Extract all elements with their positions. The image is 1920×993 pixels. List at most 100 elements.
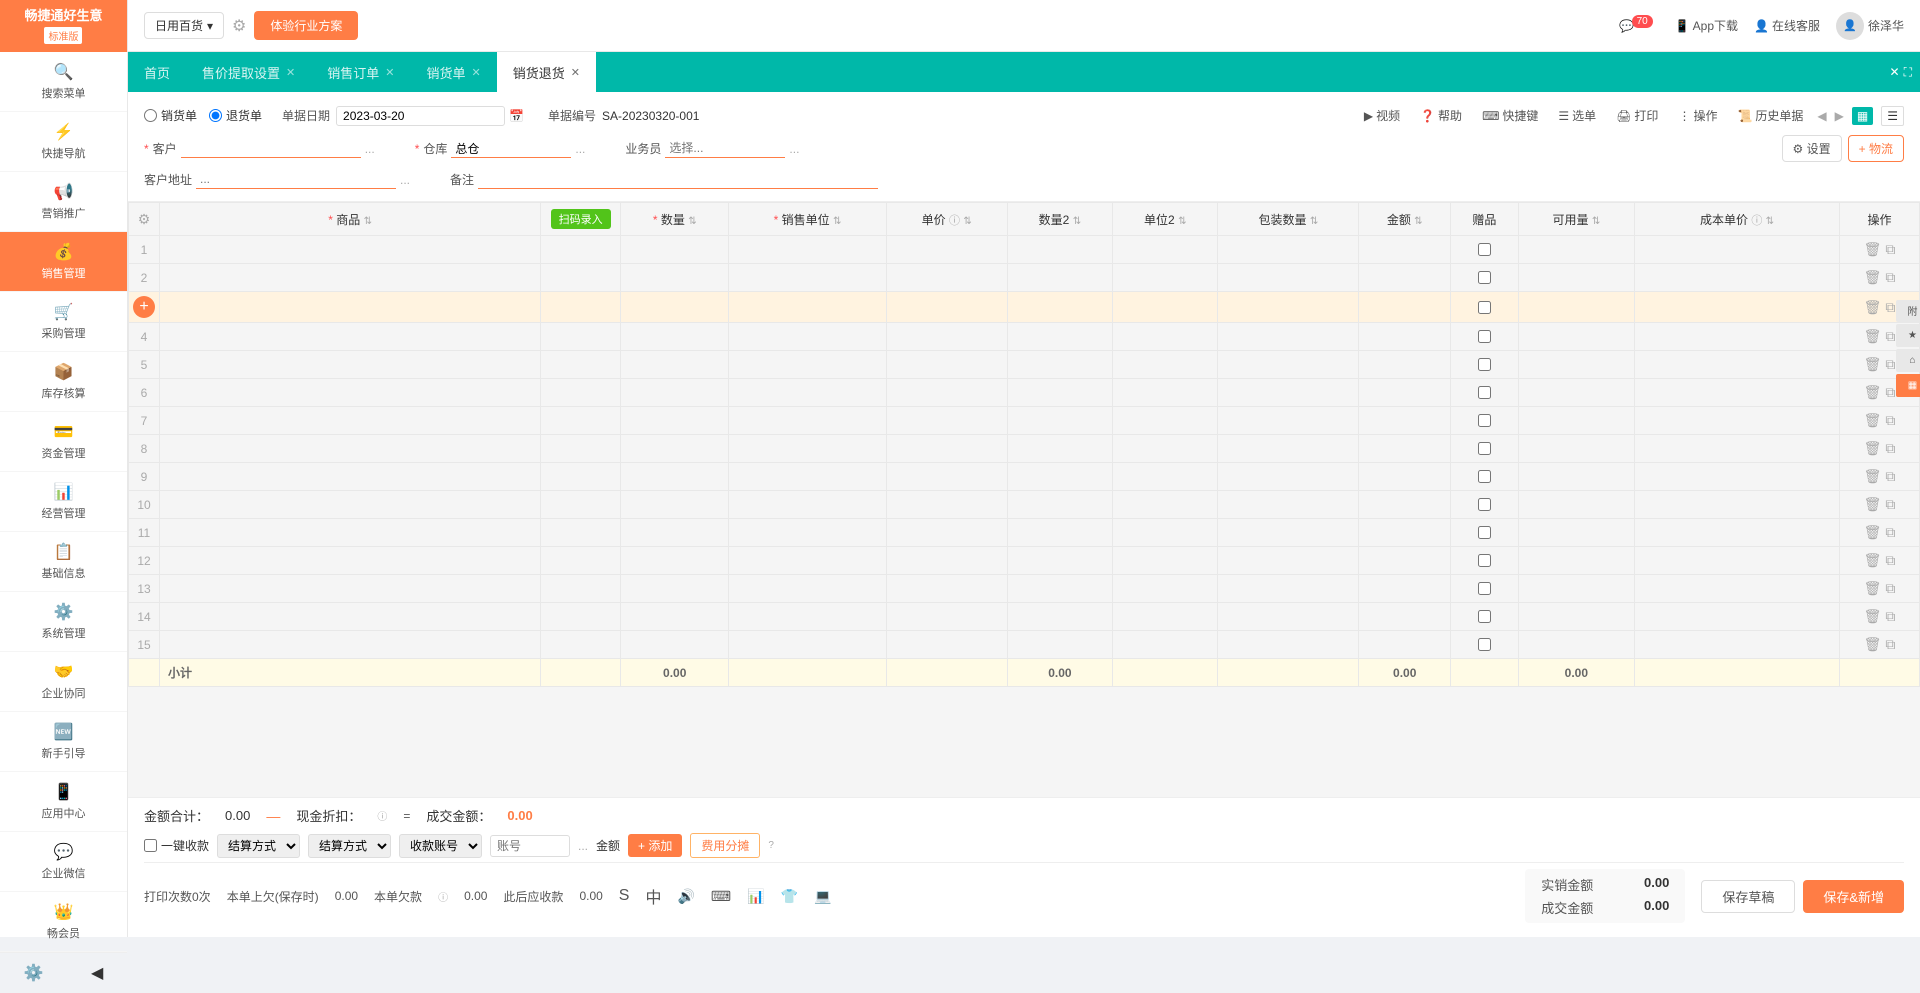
quantity-cell[interactable] (621, 236, 729, 264)
gift-checkbox[interactable] (1478, 526, 1491, 539)
info-icon[interactable]: ⓘ (377, 808, 387, 823)
list-view-icon[interactable]: ☰ (1881, 106, 1904, 126)
gift-checkbox[interactable] (1478, 358, 1491, 371)
delete-icon[interactable]: 🗑 (1864, 496, 1882, 513)
addr-dots[interactable]: ... (400, 173, 410, 187)
copy-icon[interactable]: ⧉ (1885, 412, 1895, 429)
delete-icon[interactable]: 🗑 (1864, 636, 1882, 653)
help-btn[interactable]: ❓ 帮助 (1414, 104, 1468, 127)
tab-price-setting[interactable]: 售价提取设置 ✕ (186, 52, 311, 92)
online-service-link[interactable]: 👤 在线客服 (1754, 17, 1820, 34)
nav-next-icon[interactable]: ▶ (1835, 109, 1844, 123)
tab-close-icon[interactable]: ✕ (385, 66, 394, 79)
sidebar-item-basic[interactable]: 📋 基础信息 (0, 532, 127, 592)
shortcut-btn[interactable]: ⌨ 快捷键 (1476, 104, 1544, 127)
warehouse-input[interactable] (451, 139, 571, 158)
tab-close-icon[interactable]: ✕ (571, 66, 580, 79)
account-input[interactable] (490, 835, 570, 857)
calendar-icon[interactable]: 📅 (509, 109, 524, 123)
account-dots[interactable]: ... (578, 839, 588, 853)
form-settings-btn[interactable]: ⚙ 设置 (1782, 135, 1842, 162)
product-cell[interactable] (160, 264, 541, 292)
delete-icon[interactable]: 🗑 (1864, 412, 1882, 429)
settlement-select[interactable]: 结算方式 (217, 834, 300, 858)
copy-icon[interactable]: ⧉ (1885, 269, 1895, 286)
sidebar-item-operation[interactable]: 📊 经营管理 (0, 472, 127, 532)
attach-btn[interactable]: 附 (1896, 300, 1920, 322)
house-btn[interactable]: ⌂ (1896, 349, 1920, 372)
sidebar-item-enterprise[interactable]: 🤝 企业协同 (0, 652, 127, 712)
delete-icon[interactable]: 🗑 (1864, 608, 1882, 625)
tab-close-icon[interactable]: ✕ (472, 66, 481, 79)
sidebar-item-wechat[interactable]: 💬 企业微信 (0, 832, 127, 892)
print-btn[interactable]: 🖨 打印 (1610, 104, 1664, 127)
sidebar-item-search[interactable]: 🔍 搜索菜单 (0, 52, 127, 112)
collapse-icon[interactable]: ◀ (91, 963, 103, 983)
gift-checkbox[interactable] (1478, 610, 1491, 623)
radio-return-input[interactable] (209, 109, 222, 122)
radio-sales-input[interactable] (144, 109, 157, 122)
delete-icon[interactable]: 🗑 (1864, 468, 1882, 485)
gift-checkbox[interactable] (1478, 638, 1491, 651)
toolbar-icon-7[interactable]: 💻 (814, 888, 831, 905)
copy-icon[interactable]: ⧉ (1885, 241, 1895, 258)
toolbar-icon-5[interactable]: 📊 (747, 888, 764, 905)
one-key-payment-check[interactable] (144, 839, 157, 852)
copy-icon[interactable]: ⧉ (1885, 552, 1895, 569)
settings-gear-icon[interactable]: ⚙ (232, 16, 246, 36)
table-settings-icon[interactable]: ⚙ (138, 211, 151, 227)
unit-price-info-icon[interactable]: ⓘ (949, 215, 960, 227)
sidebar-item-app-center[interactable]: 📱 应用中心 (0, 772, 127, 832)
save-new-btn[interactable]: 保存&新增 (1803, 880, 1904, 913)
toolbar-icon-3[interactable]: 🔊 (677, 888, 694, 905)
app-download-link[interactable]: 📱 App下载 (1675, 17, 1738, 34)
calc-method-select[interactable]: 结算方式 (308, 834, 391, 858)
nav-prev-icon[interactable]: ◀ (1817, 109, 1826, 123)
save-draft-btn[interactable]: 保存草稿 (1701, 880, 1795, 913)
salesperson-input[interactable] (665, 139, 785, 158)
delete-icon[interactable]: 🗑 (1864, 241, 1882, 258)
customer-input[interactable] (181, 139, 361, 158)
copy-icon[interactable]: ⧉ (1885, 608, 1895, 625)
delete-icon[interactable]: 🗑 (1864, 356, 1882, 373)
delete-icon[interactable]: 🗑 (1864, 269, 1882, 286)
gift-checkbox[interactable] (1478, 442, 1491, 455)
customer-dots[interactable]: ... (365, 142, 375, 156)
delete-icon[interactable]: 🗑 (1864, 552, 1882, 569)
copy-icon[interactable]: ⧉ (1885, 524, 1895, 541)
star-btn[interactable]: ★ (1896, 324, 1920, 347)
toolbar-icon-6[interactable]: 👕 (781, 888, 798, 905)
history-btn[interactable]: 📜 历史单据 (1731, 104, 1809, 127)
sidebar-item-marketing[interactable]: 📢 营销推广 (0, 172, 127, 232)
product-input[interactable] (164, 300, 536, 315)
gift-checkbox[interactable] (1478, 470, 1491, 483)
expand-icon[interactable]: ⛶ (1904, 65, 1912, 80)
sidebar-item-sales[interactable]: 💰 销售管理 (0, 232, 127, 292)
copy-icon[interactable]: ⧉ (1885, 384, 1895, 401)
user-avatar[interactable]: 👤 徐泽华 (1836, 12, 1904, 40)
delete-icon[interactable]: 🗑 (1864, 328, 1882, 345)
gift-checkbox[interactable] (1478, 386, 1491, 399)
gift-checkbox[interactable] (1478, 301, 1491, 314)
remarks-input[interactable] (478, 170, 878, 189)
tab-close-icon[interactable]: ✕ (286, 66, 295, 79)
message-area[interactable]: 💬 70 (1619, 19, 1658, 33)
gift-checkbox[interactable] (1478, 582, 1491, 595)
sidebar-item-inventory[interactable]: 📦 库存核算 (0, 352, 127, 412)
gift-checkbox[interactable] (1478, 243, 1491, 256)
sidebar-item-purchase[interactable]: 🛒 采购管理 (0, 292, 127, 352)
copy-icon[interactable]: ⧉ (1885, 356, 1895, 373)
gift-checkbox[interactable] (1478, 414, 1491, 427)
tab-sales-return[interactable]: 销货退货 ✕ (497, 52, 596, 92)
copy-icon[interactable]: ⧉ (1885, 440, 1895, 457)
copy-icon[interactable]: ⧉ (1885, 299, 1895, 316)
account-select[interactable]: 收款账号 (399, 834, 482, 858)
logistics-btn[interactable]: + 物流 (1848, 135, 1904, 162)
add-payment-btn[interactable]: + 添加 (628, 834, 682, 857)
sidebar-item-guide[interactable]: 🆕 新手引导 (0, 712, 127, 772)
toolbar-icon-1[interactable]: S (619, 887, 630, 905)
cost-price-info-icon[interactable]: ⓘ (1751, 215, 1762, 227)
tab-home[interactable]: 首页 (128, 52, 186, 92)
close-tab-icon[interactable]: ✕ (1890, 65, 1900, 79)
copy-icon[interactable]: ⧉ (1885, 496, 1895, 513)
